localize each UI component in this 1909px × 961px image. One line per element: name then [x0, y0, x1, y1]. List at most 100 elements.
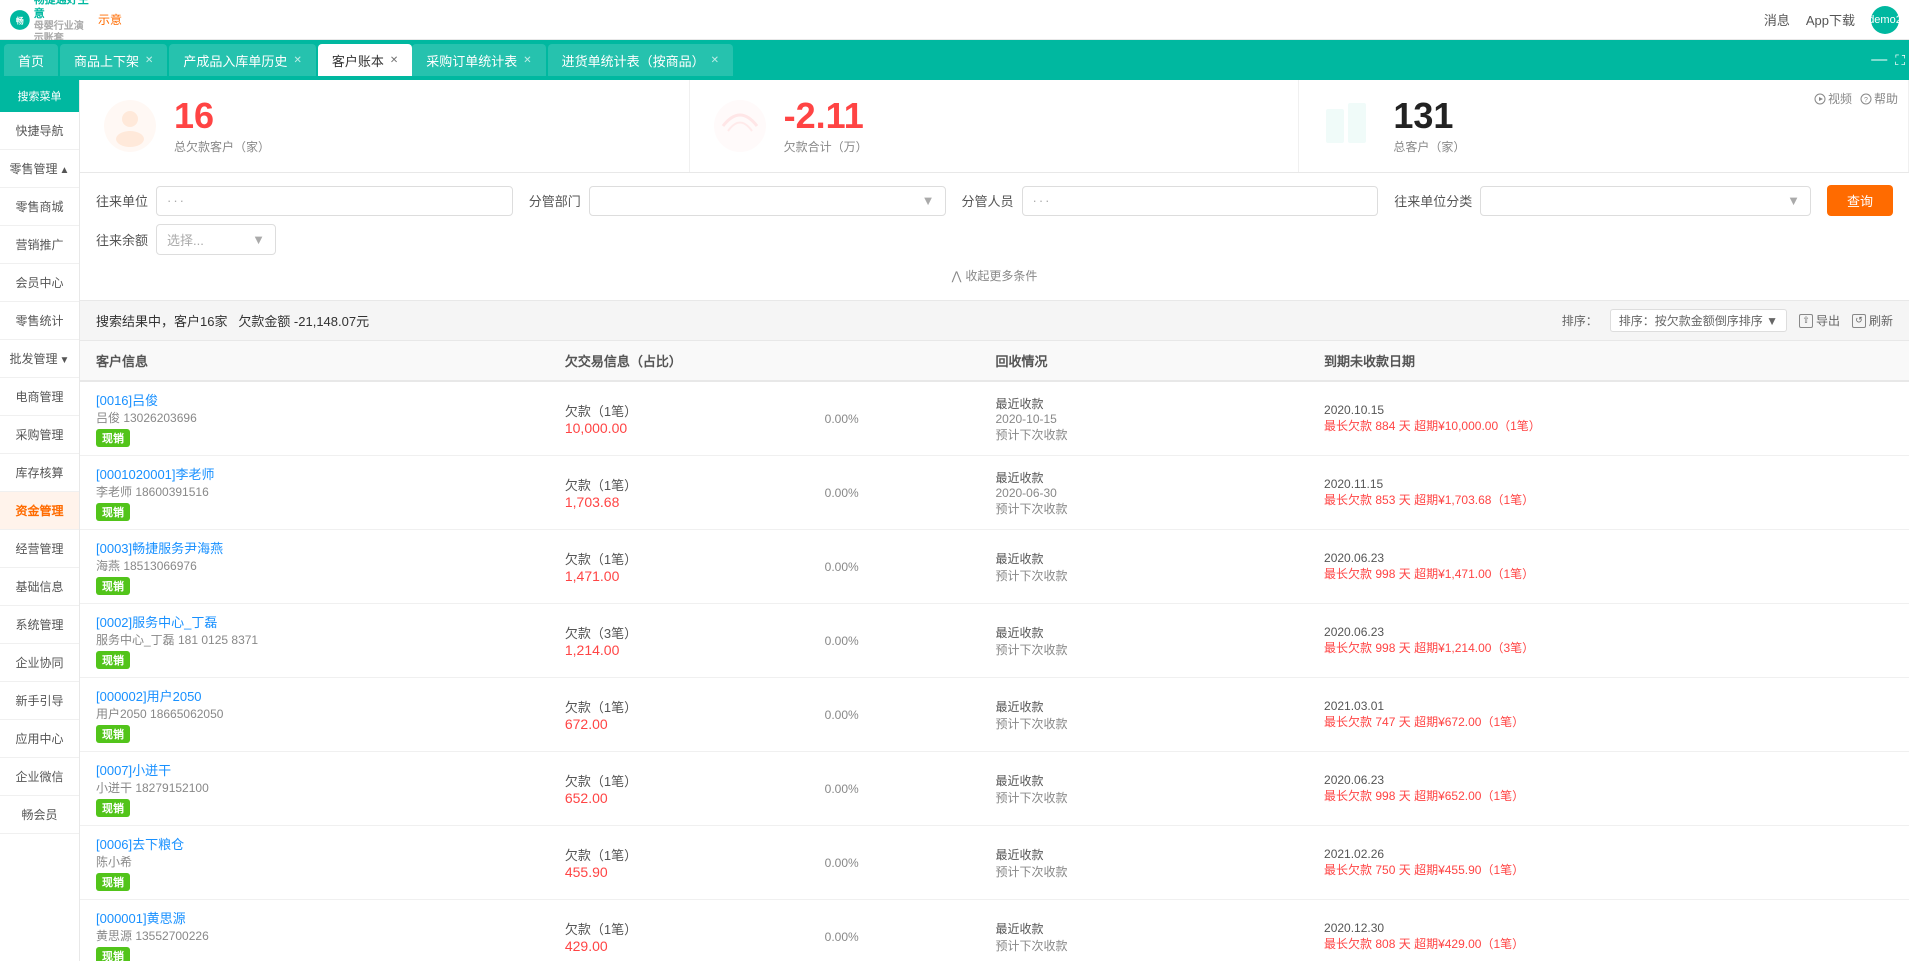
export-btn[interactable]: ⇧ 导出 [1799, 312, 1840, 329]
search-button[interactable]: 查询 [1827, 185, 1893, 216]
debt-amount: 652.00 [565, 790, 608, 806]
overdue-link[interactable]: 超期¥1,703.68（1笔） [1414, 493, 1534, 507]
tabs-maximize[interactable]: ⛶ [1895, 52, 1905, 69]
debt-percent-cell: 0.00% [801, 900, 980, 961]
category-arrow-icon: ▼ [1787, 193, 1800, 208]
sidebar-item-app-center[interactable]: 应用中心 [0, 720, 79, 758]
avatar[interactable]: demo2 [1871, 6, 1899, 34]
sidebar-item-corp-wx[interactable]: 企业微信 [0, 758, 79, 796]
sidebar-item-capital[interactable]: 资金管理 [0, 492, 79, 530]
tab-customer-close[interactable]: ✕ [390, 55, 398, 66]
customer-name[interactable]: [000001]黄思源 [96, 908, 533, 927]
stat-info-customers: 16 总欠款客户（家） [174, 98, 270, 155]
sort-select[interactable]: 排序：按欠款金额倒序排序 ▼ [1610, 309, 1787, 332]
recovery-cell: 最近收款 预计下次收款 [979, 678, 1230, 752]
debt-percent: 0.00% [825, 486, 859, 500]
debt-amount: 672.00 [565, 716, 608, 732]
dept-input[interactable]: ▼ [589, 186, 946, 216]
tab-home[interactable]: 首页 [4, 44, 58, 76]
tab-goods-close[interactable]: ✕ [145, 55, 153, 66]
next-collect: 预计下次收款 [995, 500, 1214, 517]
recent-payment-label: 最近收款 [995, 698, 1214, 715]
due-date-cell: 2020.06.23 最长欠款 998 天 超期¥652.00（1笔） [1308, 752, 1909, 826]
overdue-link[interactable]: 超期¥455.90（1笔） [1414, 863, 1524, 877]
overdue-info-row: 最长欠款 998 天 超期¥1,471.00（1笔） [1324, 565, 1893, 582]
overdue-link[interactable]: 超期¥429.00（1笔） [1414, 937, 1524, 951]
collapse-btn[interactable]: ⋀ 收起更多条件 [96, 263, 1893, 288]
content-area: 16 总欠款客户（家） -2.11 欠款合计 [80, 80, 1909, 961]
customer-name[interactable]: [0016]吕俊 [96, 390, 533, 409]
debt-count: 欠款（1笔） [565, 475, 785, 494]
customer-name[interactable]: [000002]用户2050 [96, 686, 533, 705]
sidebar-item-quick-nav[interactable]: 快捷导航 [0, 112, 79, 150]
app-download-btn[interactable]: App下载 [1806, 10, 1855, 29]
sidebar-item-member[interactable]: 会员中心 [0, 264, 79, 302]
sidebar-item-retail-shop[interactable]: 零售商城 [0, 188, 79, 226]
help-btn[interactable]: ? 帮助 [1860, 90, 1898, 107]
customer-phone: 吕俊 13026203696 [96, 409, 533, 426]
customer-name[interactable]: [0006]去下粮仓 [96, 834, 533, 853]
customer-badge: 现销 [96, 651, 130, 669]
due-date: 2020.12.30 [1324, 921, 1893, 935]
recent-payment-label: 最近收款 [995, 550, 1214, 567]
person-input[interactable]: ··· [1022, 186, 1379, 216]
due-date-cell: 2020.06.23 最长欠款 998 天 超期¥1,471.00（1笔） [1308, 530, 1909, 604]
tab-purchase-close[interactable]: ✕ [523, 55, 531, 66]
sidebar-search[interactable]: 搜索菜单 [0, 80, 79, 112]
recent-payment-label: 最近收款 [995, 846, 1214, 863]
sidebar-item-vip[interactable]: 畅会员 [0, 796, 79, 834]
sidebar-toggle[interactable]: 示意 [98, 11, 122, 28]
sidebar-item-newbie[interactable]: 新手引导 [0, 682, 79, 720]
customer-name[interactable]: [0007]小迸干 [96, 760, 533, 779]
video-btn[interactable]: 视频 [1814, 90, 1852, 107]
debt-count-cell: 欠款（1笔） 429.00 [549, 900, 801, 961]
overdue-link[interactable]: 超期¥1,214.00（3笔） [1414, 641, 1534, 655]
filter-group-balance: 往来余额 选择... ▼ [96, 224, 276, 255]
tab-stock-close[interactable]: ✕ [711, 55, 719, 66]
customer-name[interactable]: [0001020001]李老师 [96, 464, 533, 483]
balance-input[interactable]: 选择... ▼ [156, 224, 276, 255]
sidebar-item-corp-collab[interactable]: 企业协同 [0, 644, 79, 682]
tabs-minimize[interactable]: — [1871, 51, 1887, 69]
recovery-date: 2020-06-30 [995, 486, 1214, 500]
tab-produce-close[interactable]: ✕ [293, 55, 301, 66]
tab-customer[interactable]: 客户账本 ✕ [318, 44, 412, 76]
tab-produce[interactable]: 产成品入库单历史 ✕ [169, 44, 315, 76]
debt-percent-cell: 0.00% [801, 678, 980, 752]
overdue-link[interactable]: 超期¥652.00（1笔） [1414, 789, 1524, 803]
stat-number-total: 131 [1393, 98, 1465, 134]
overdue-link[interactable]: 超期¥1,471.00（1笔） [1414, 567, 1534, 581]
customer-badge: 现销 [96, 725, 130, 743]
debt-percent-cell: 0.00% [801, 381, 980, 456]
customer-name[interactable]: [0002]服务中心_丁磊 [96, 612, 533, 631]
source-unit-input[interactable]: ··· [156, 186, 513, 216]
overdue-link[interactable]: 超期¥672.00（1笔） [1414, 715, 1524, 729]
tab-stock[interactable]: 进货单统计表（按商品） ✕ [548, 44, 733, 76]
debt-amount-row: 652.00 [565, 790, 785, 806]
sidebar-item-purchase-mgmt[interactable]: 采购管理 [0, 416, 79, 454]
sort-arrow-icon: ▼ [1766, 314, 1778, 328]
sidebar-item-retail-stats[interactable]: 零售统计 [0, 302, 79, 340]
sidebar-item-system[interactable]: 系统管理 [0, 606, 79, 644]
recovery-extra-cell [1231, 826, 1308, 900]
top-bar: 畅 畅捷通好生意 母婴行业演示账套 示意 消息 App下载 demo2 [0, 0, 1909, 40]
message-btn[interactable]: 消息 [1764, 10, 1790, 29]
customer-info-cell: [0002]服务中心_丁磊 服务中心_丁磊 181 0125 8371 现销 [80, 604, 549, 678]
customer-name[interactable]: [0003]畅捷服务尹海燕 [96, 538, 533, 557]
recovery-extra-cell [1231, 530, 1308, 604]
sidebar-item-basic-info[interactable]: 基础信息 [0, 568, 79, 606]
overdue-link[interactable]: 超期¥10,000.00（1笔） [1414, 419, 1541, 433]
sidebar-item-batch-mgmt[interactable]: 批发管理▼ [0, 340, 79, 378]
sidebar-item-retail-mgmt[interactable]: 零售管理▲ [0, 150, 79, 188]
customer-phone: 陈小希 [96, 853, 533, 870]
tab-purchase[interactable]: 采购订单统计表 ✕ [412, 44, 545, 76]
category-input[interactable]: ▼ [1480, 186, 1811, 216]
recovery-extra-cell [1231, 456, 1308, 530]
tab-goods[interactable]: 商品上下架 ✕ [60, 44, 167, 76]
due-date-cell: 2020.10.15 最长欠款 884 天 超期¥10,000.00（1笔） [1308, 381, 1909, 456]
sidebar-item-operation[interactable]: 经营管理 [0, 530, 79, 568]
sidebar-item-marketing[interactable]: 营销推广 [0, 226, 79, 264]
refresh-btn[interactable]: ↺ 刷新 [1852, 312, 1893, 329]
sidebar-item-ecommerce[interactable]: 电商管理 [0, 378, 79, 416]
sidebar-item-inventory[interactable]: 库存核算 [0, 454, 79, 492]
